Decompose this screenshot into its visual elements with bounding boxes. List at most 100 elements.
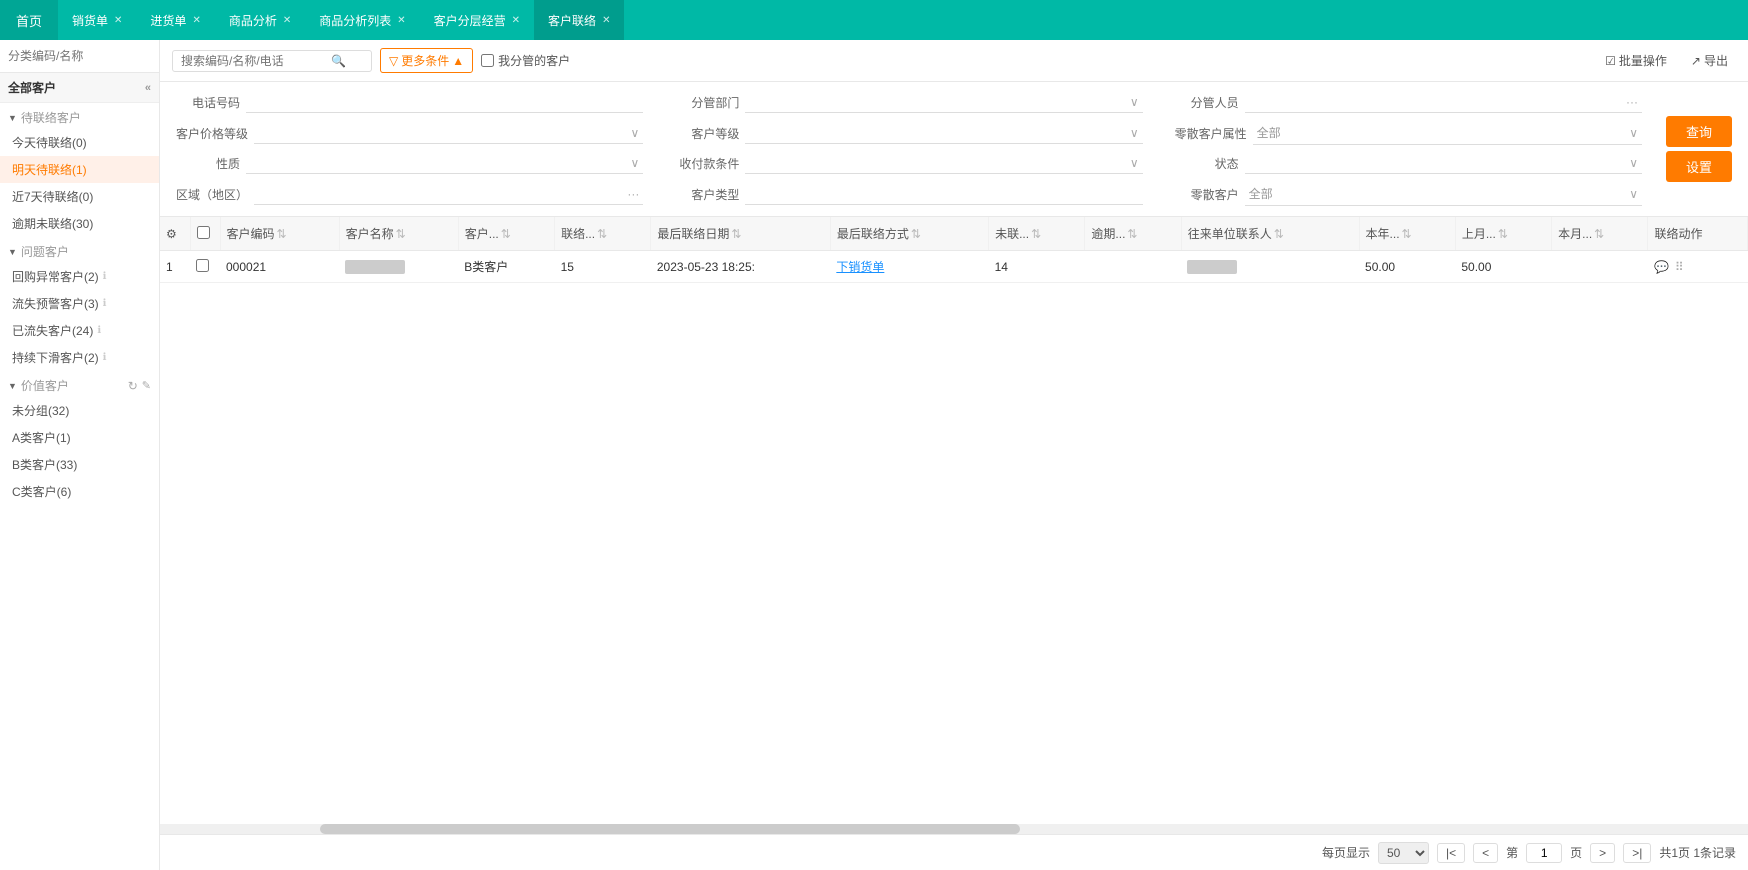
sort-icon[interactable]: ⇅ — [911, 227, 921, 241]
nav-purchase-order[interactable]: 进货单 ✕ — [136, 0, 214, 40]
sidebar-item-class-c[interactable]: C类客户(6) — [0, 478, 159, 505]
filter-select-dept[interactable]: ∨ — [745, 92, 1142, 113]
per-page-select[interactable]: 50 100 200 — [1378, 842, 1429, 864]
action-icon-1[interactable]: 💬 — [1654, 260, 1669, 274]
filter-label-person: 分管人员 — [1175, 94, 1245, 111]
th-last-method: 最后联络方式⇅ — [830, 217, 988, 251]
my-customers-checkbox[interactable] — [481, 54, 494, 67]
page-input[interactable] — [1526, 843, 1562, 863]
filter-select-retail-attr[interactable]: 全部 ∨ — [1253, 121, 1642, 145]
nav-product-analysis-list[interactable]: 商品分析列表 ✕ — [305, 0, 419, 40]
close-icon[interactable]: ✕ — [283, 15, 291, 26]
close-icon[interactable]: ✕ — [512, 15, 520, 26]
sidebar-item-ungrouped[interactable]: 未分组(32) — [0, 397, 159, 424]
edit-icon[interactable]: ✎ — [142, 379, 151, 392]
sort-icon[interactable]: ⇅ — [1274, 227, 1284, 241]
td-checkbox[interactable] — [190, 251, 220, 283]
nav-home[interactable]: 首页 — [0, 0, 58, 40]
batch-ops-button[interactable]: ☑ 批量操作 — [1597, 49, 1675, 72]
scroll-thumb[interactable] — [320, 824, 1020, 834]
table-footer: 每页显示 50 100 200 |< < 第 页 > >| 共1页 1条记录 — [160, 834, 1748, 870]
filter-right-actions: ☑ 批量操作 ↗ 导出 — [1597, 49, 1736, 72]
select-all-checkbox[interactable] — [197, 226, 210, 239]
td-last-method[interactable]: 下销货单 — [830, 251, 988, 283]
sidebar-item-declining[interactable]: 持续下滑客户(2) ℹ — [0, 344, 159, 371]
sort-icon[interactable]: ⇅ — [501, 227, 511, 241]
collapse-icon[interactable]: « — [145, 82, 151, 94]
sort-icon[interactable]: ⇅ — [731, 227, 741, 241]
sidebar-item-churn-warning[interactable]: 流失预警客户(3) ℹ — [0, 290, 159, 317]
filter-select-nature[interactable]: ∨ — [246, 153, 643, 174]
filter-select-status[interactable]: ∨ — [1245, 153, 1642, 174]
sort-icon[interactable]: ⇅ — [597, 227, 607, 241]
set-button[interactable]: 设置 — [1666, 151, 1732, 182]
filter-input-phone[interactable] — [246, 92, 643, 113]
sidebar-item-repurchase-abnormal[interactable]: 回购异常客户(2) ℹ — [0, 263, 159, 290]
sidebar-item-overdue[interactable]: 逾期未联络(30) — [0, 210, 159, 237]
filter-label-dept: 分管部门 — [675, 94, 745, 111]
sort-icon[interactable]: ⇅ — [1031, 227, 1041, 241]
sidebar-item-class-b[interactable]: B类客户(33) — [0, 451, 159, 478]
th-type: 客户...⇅ — [458, 217, 554, 251]
filter-input-customer-type[interactable] — [745, 184, 1142, 205]
last-page-button[interactable]: >| — [1623, 843, 1651, 863]
th-last-month: 上月...⇅ — [1455, 217, 1551, 251]
sidebar-item-7days[interactable]: 近7天待联络(0) — [0, 183, 159, 210]
th-this-month: 本月...⇅ — [1552, 217, 1648, 251]
query-button[interactable]: 查询 — [1666, 116, 1732, 147]
sidebar-search-input[interactable] — [8, 49, 160, 63]
close-icon[interactable]: ✕ — [114, 15, 122, 26]
refresh-icon[interactable]: ↻ — [128, 379, 138, 393]
last-method-link[interactable]: 下销货单 — [836, 260, 884, 274]
sidebar-item-today[interactable]: 今天待联络(0) — [0, 129, 159, 156]
sort-icon[interactable]: ⇅ — [1498, 227, 1508, 241]
th-gear[interactable]: ⚙ — [160, 217, 190, 251]
filter-action-buttons: 查询 设置 — [1658, 92, 1732, 206]
sort-icon[interactable]: ⇅ — [1594, 227, 1604, 241]
export-button[interactable]: ↗ 导出 — [1683, 49, 1736, 72]
prev-page-button[interactable]: < — [1473, 843, 1498, 863]
filter-select-price-level[interactable]: ∨ — [254, 123, 643, 144]
td-code: 000021 — [220, 251, 339, 283]
action-icon-2[interactable]: ⠿ — [1675, 260, 1684, 274]
filter-dots-person[interactable]: ··· — [1245, 92, 1642, 113]
search-wrap: 🔍 — [172, 50, 372, 72]
sort-icon[interactable]: ⇅ — [1127, 227, 1137, 241]
more-filter-button[interactable]: ▽ 更多条件 ▲ — [380, 48, 473, 73]
td-this-month — [1552, 251, 1648, 283]
close-icon[interactable]: ✕ — [397, 15, 405, 26]
sidebar-item-tomorrow[interactable]: 明天待联络(1) — [0, 156, 159, 183]
nav-sales-order[interactable]: 销货单 ✕ — [58, 0, 136, 40]
search-button[interactable]: 🔍 — [331, 54, 346, 68]
close-icon[interactable]: ✕ — [602, 15, 610, 26]
search-input[interactable] — [181, 54, 331, 68]
dots-icon: ··· — [627, 187, 639, 201]
filter-select-customer-level[interactable]: ∨ — [745, 123, 1142, 144]
close-icon[interactable]: ✕ — [192, 15, 200, 26]
first-page-button[interactable]: |< — [1437, 843, 1465, 863]
my-customers-wrap: 我分管的客户 — [481, 52, 570, 69]
next-page-button[interactable]: > — [1590, 843, 1615, 863]
nav-customer-contact[interactable]: 客户联络 ✕ — [534, 0, 624, 40]
filter-dots-region[interactable]: ··· — [254, 184, 643, 205]
chevron-down-icon: ∨ — [1629, 126, 1638, 140]
sidebar-item-class-a[interactable]: A类客户(1) — [0, 424, 159, 451]
td-this-year: 50.00 — [1359, 251, 1455, 283]
sort-icon[interactable]: ⇅ — [1402, 227, 1412, 241]
th-checkbox[interactable] — [190, 217, 220, 251]
filter-select-payment[interactable]: ∨ — [745, 153, 1142, 174]
sidebar-group-pending: ▼ 待联络客户 — [0, 103, 159, 129]
chevron-down-icon: ∨ — [1130, 126, 1139, 140]
nav-customer-tier[interactable]: 客户分层经营 ✕ — [420, 0, 534, 40]
sort-icon[interactable]: ⇅ — [277, 227, 287, 241]
sidebar-item-churned[interactable]: 已流失客户(24) ℹ — [0, 317, 159, 344]
filter-select-retail[interactable]: 全部 ∨ — [1245, 182, 1642, 206]
sort-icon[interactable]: ⇅ — [396, 227, 406, 241]
nav-product-analysis[interactable]: 商品分析 ✕ — [215, 0, 305, 40]
th-overdue: 逾期...⇅ — [1085, 217, 1181, 251]
row-checkbox[interactable] — [196, 259, 209, 272]
sidebar-all-customers-header[interactable]: 全部客户 « — [0, 73, 159, 103]
filter-icon: ▽ — [389, 54, 398, 68]
filter-label-region: 区域（地区） — [176, 186, 254, 203]
horizontal-scrollbar[interactable] — [160, 824, 1748, 834]
